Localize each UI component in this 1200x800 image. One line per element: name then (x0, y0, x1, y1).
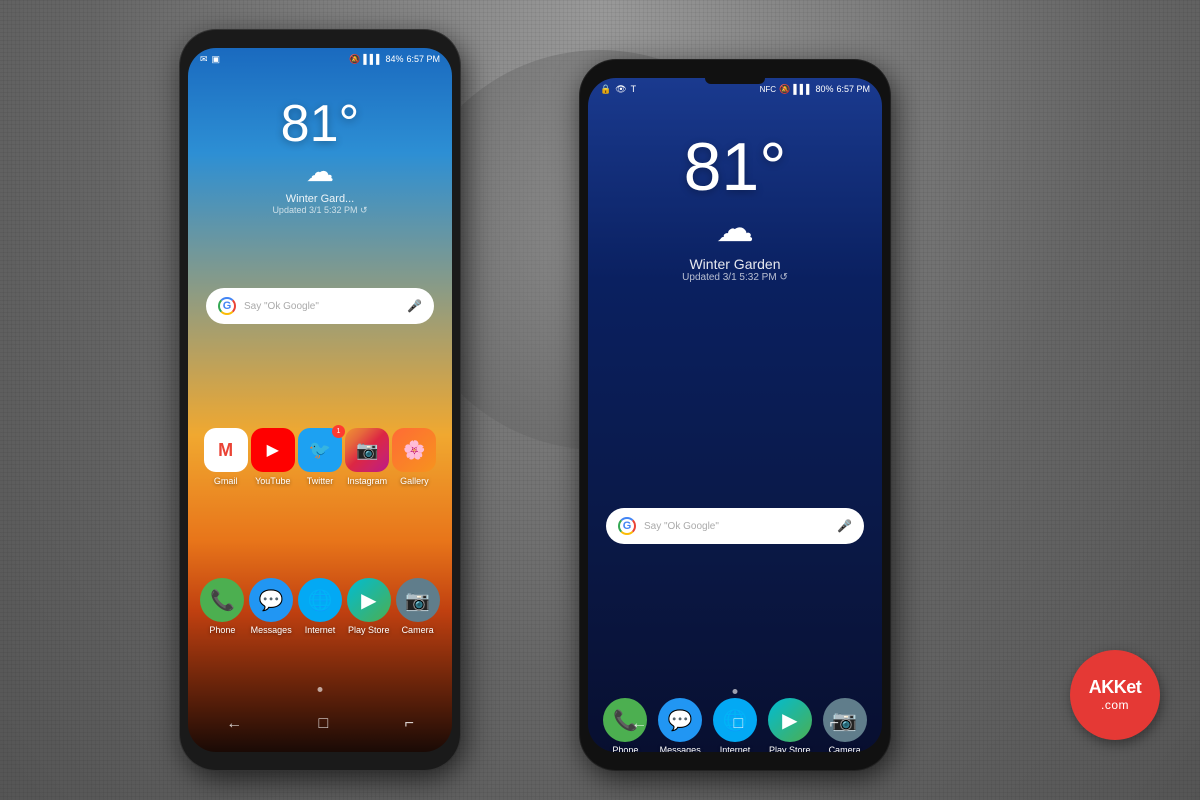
weather-widget-left: 81° ☁ Winter Gard... Updated 3/1 5:32 PM… (230, 98, 410, 216)
internet-dock-label-left: Internet (305, 625, 336, 635)
apps-row-left: M Gmail ▶ YouTube 🐦 1 Twitter 📷 (188, 428, 452, 486)
akket-domain: .com (1101, 698, 1129, 712)
dock-left: 📞 Phone 💬 Messages 🌐 Internet ▶ (188, 578, 452, 635)
app-youtube[interactable]: ▶ YouTube (251, 428, 295, 486)
playstore-dock-icon-left: ▶ (347, 578, 391, 622)
updated-left: Updated 3/1 5:32 PM ↺ (230, 205, 410, 216)
status-right-info: 🔕 ▌▌▌ 84% 6:57 PM (349, 54, 440, 65)
app-twitter[interactable]: 🐦 1 Twitter (298, 428, 342, 486)
google-logo-left: G (218, 297, 236, 315)
mic-icon-left: 🎤 (407, 299, 422, 313)
mic-icon-right: 🎤 (837, 519, 852, 533)
status-left-icons-right: 🔒 👁 T (600, 84, 636, 95)
phone-dock-label-right: Phone (612, 745, 638, 752)
camera-dock-label-left: Camera (402, 625, 434, 635)
cloud-icon-left: ☁ (230, 155, 410, 188)
akket-watermark: AKKet .com (1070, 650, 1160, 740)
nav-bar-left: ← □ ⌐ (188, 704, 452, 744)
time-text: 6:57 PM (406, 54, 440, 64)
signal-icon-right: ▌▌▌ (793, 84, 812, 94)
status-left-icons: ✉ ▣ (200, 54, 220, 65)
nav-bar-right: ← □ ⌐ (588, 704, 882, 744)
messages-dock-icon-left: 💬 (249, 578, 293, 622)
recents-button-left[interactable]: ⌐ (404, 715, 413, 733)
mute-icon-right: 🔕 (779, 84, 790, 95)
youtube-icon: ▶ (251, 428, 295, 472)
home-button-left[interactable]: □ (318, 715, 328, 733)
status-bar-left: ✉ ▣ 🔕 ▌▌▌ 84% 6:57 PM (188, 48, 452, 70)
status-right-info-right: NFC 🔕 ▌▌▌ 80% 6:57 PM (760, 84, 870, 95)
back-button-right[interactable]: ← (631, 715, 647, 733)
akket-text: AKKet (1089, 678, 1142, 698)
screen-right: 🔒 👁 T NFC 🔕 ▌▌▌ 80% 6:57 PM 81° ☁ Winter… (588, 78, 882, 752)
gmail-label: Gmail (214, 476, 238, 486)
t-icon: T (631, 84, 637, 94)
city-left: Winter Gard... (230, 193, 410, 205)
search-placeholder-right: Say "Ok Google" (644, 521, 829, 532)
home-button-right[interactable]: □ (733, 715, 743, 733)
messages-dock-label-right: Messages (660, 745, 701, 752)
battery-text: 84% (385, 54, 403, 64)
nfc-icon: NFC (760, 85, 776, 94)
notch-right (705, 78, 765, 84)
dock-camera-left[interactable]: 📷 Camera (396, 578, 440, 635)
camera-dock-label-right: Camera (829, 745, 861, 752)
gmail-icon: M (204, 428, 248, 472)
envelope-icon: ✉ (200, 54, 208, 65)
home-dot-left (318, 687, 323, 692)
internet-dock-label-right: Internet (720, 745, 751, 752)
google-logo-right: G (618, 517, 636, 535)
app-gmail[interactable]: M Gmail (204, 428, 248, 486)
city-right: Winter Garden (625, 256, 845, 272)
youtube-label: YouTube (255, 476, 290, 486)
gallery-label: Gallery (400, 476, 429, 486)
phone-dock-icon-left: 📞 (200, 578, 244, 622)
search-bar-left[interactable]: G Say "Ok Google" 🎤 (206, 288, 434, 324)
home-dot-right (733, 689, 738, 694)
internet-dock-icon-left: 🌐 (298, 578, 342, 622)
back-button-left[interactable]: ← (226, 715, 242, 733)
screen-left: ✉ ▣ 🔕 ▌▌▌ 84% 6:57 PM 81° ☁ Winter Gard.… (188, 48, 452, 752)
eye-icon: 👁 (615, 84, 626, 95)
app-gallery[interactable]: 🌸 Gallery (392, 428, 436, 486)
lock-icon: 🔒 (600, 84, 611, 95)
messages-dock-label-left: Messages (251, 625, 292, 635)
twitter-badge: 1 (332, 425, 345, 438)
cloud-icon-right: ☁ (625, 206, 845, 251)
gallery-icon: 🌸 (392, 428, 436, 472)
phone-left: ✉ ▣ 🔕 ▌▌▌ 84% 6:57 PM 81° ☁ Winter Gard.… (180, 30, 460, 770)
dock-messages-left[interactable]: 💬 Messages (249, 578, 293, 635)
phone-dock-label-left: Phone (209, 625, 235, 635)
camera-dock-icon-left: 📷 (396, 578, 440, 622)
playstore-dock-label-left: Play Store (348, 625, 390, 635)
dock-internet-left[interactable]: 🌐 Internet (298, 578, 342, 635)
twitter-label: Twitter (307, 476, 334, 486)
signal-icon: ▌▌▌ (363, 54, 382, 64)
search-placeholder-left: Say "Ok Google" (244, 301, 399, 312)
dock-phone-left[interactable]: 📞 Phone (200, 578, 244, 635)
instagram-label: Instagram (347, 476, 387, 486)
updated-right: Updated 3/1 5:32 PM ↺ (625, 272, 845, 283)
twitter-icon: 🐦 1 (298, 428, 342, 472)
camera-status-icon: ▣ (212, 54, 221, 65)
app-instagram[interactable]: 📷 Instagram (345, 428, 389, 486)
instagram-icon: 📷 (345, 428, 389, 472)
weather-widget-right: 81° ☁ Winter Garden Updated 3/1 5:32 PM … (625, 133, 845, 283)
recents-button-right[interactable]: ⌐ (829, 715, 838, 733)
time-text-right: 6:57 PM (836, 84, 870, 94)
playstore-dock-label-right: Play Store (769, 745, 811, 752)
mute-icon: 🔕 (349, 54, 360, 65)
temp-right: 81° (625, 133, 845, 201)
temp-left: 81° (230, 98, 410, 150)
phone-right: 🔒 👁 T NFC 🔕 ▌▌▌ 80% 6:57 PM 81° ☁ Winter… (580, 60, 890, 770)
search-bar-right[interactable]: G Say "Ok Google" 🎤 (606, 508, 864, 544)
battery-text-right: 80% (815, 84, 833, 94)
dock-playstore-left[interactable]: ▶ Play Store (347, 578, 391, 635)
